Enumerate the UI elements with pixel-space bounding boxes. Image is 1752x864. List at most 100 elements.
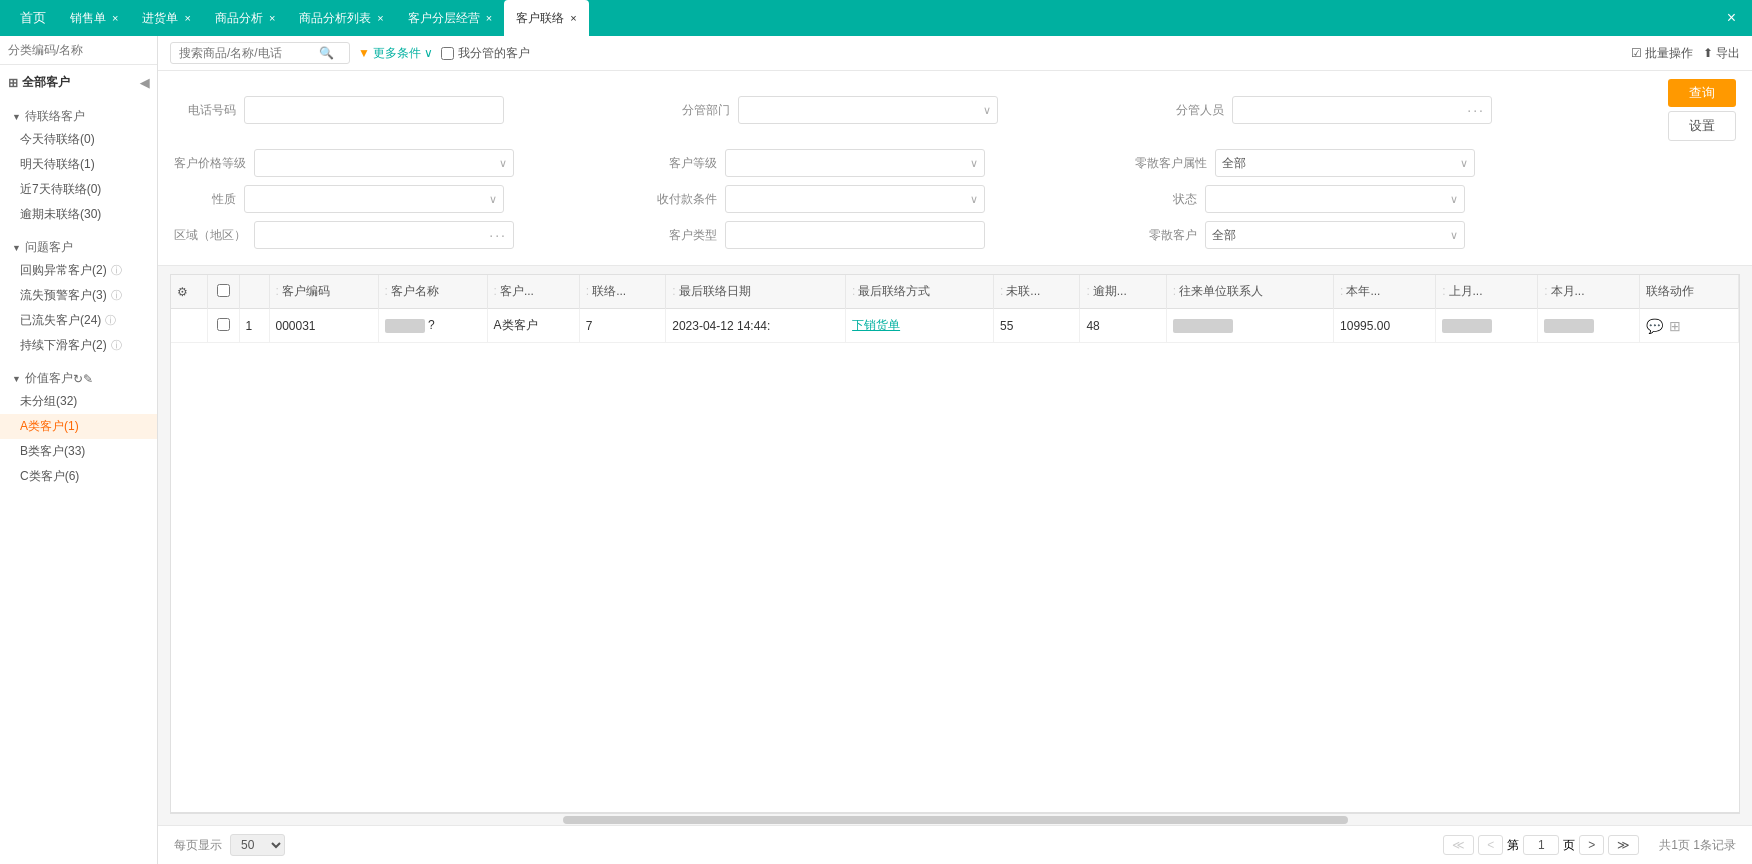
blurred-last-month bbox=[1442, 319, 1492, 333]
blurred-this-month bbox=[1544, 319, 1594, 333]
sidebar-collapse-btn[interactable]: ◀ bbox=[140, 76, 149, 90]
col-overdue[interactable]: :逾期... bbox=[1080, 275, 1166, 309]
sidebar-item-declining[interactable]: 持续下滑客户(2) ⓘ bbox=[0, 333, 157, 358]
setting-button[interactable]: 设置 bbox=[1668, 111, 1736, 141]
sidebar-item-c-class[interactable]: C类客户(6) bbox=[0, 464, 157, 489]
cell-last-method[interactable]: 下销货单 bbox=[846, 309, 994, 343]
total-records: 共1页 1条记录 bbox=[1659, 837, 1736, 854]
filter-btn[interactable]: ▼ 更多条件 ∨ bbox=[358, 45, 433, 62]
sidebar-all-customers-header[interactable]: ⊞ 全部客户 ◀ bbox=[0, 69, 157, 96]
next-page-btn[interactable]: > bbox=[1579, 835, 1604, 855]
row-checkbox[interactable] bbox=[217, 318, 230, 331]
page-input[interactable] bbox=[1523, 835, 1559, 855]
sidebar-item-a-class[interactable]: A类客户(1) bbox=[0, 414, 157, 439]
filter-payment: 收付款条件 ∨ bbox=[655, 185, 1136, 213]
first-page-btn[interactable]: ≪ bbox=[1443, 835, 1474, 855]
col-code[interactable]: :客户编码 bbox=[269, 275, 378, 309]
nav-tab-segmentation[interactable]: 客户分层经营 × bbox=[396, 0, 504, 36]
chevron-status: ∨ bbox=[1450, 193, 1458, 206]
data-table-container: ⚙ :客户编码 :客户名称 :客户... :联络... :最后联络日期 :最后联… bbox=[170, 274, 1740, 813]
col-name[interactable]: :客户名称 bbox=[378, 275, 487, 309]
nav-tab-customer-contact[interactable]: 客户联络 × bbox=[504, 0, 588, 36]
nav-tab-purchase[interactable]: 进货单 × bbox=[130, 0, 202, 36]
export-button[interactable]: ⬆ 导出 bbox=[1703, 45, 1740, 62]
edit-icon[interactable]: ✎ bbox=[83, 372, 93, 386]
sidebar-item-churned[interactable]: 已流失客户(24) ⓘ bbox=[0, 308, 157, 333]
my-customers-checkbox[interactable]: 我分管的客户 bbox=[441, 45, 530, 62]
filter-manager-select[interactable]: ··· bbox=[1232, 96, 1492, 124]
select-all-checkbox[interactable] bbox=[217, 284, 230, 297]
nav-tab-product-list[interactable]: 商品分析列表 × bbox=[287, 0, 395, 36]
filter-dept-select[interactable]: ∨ bbox=[738, 96, 998, 124]
col-last-month[interactable]: :上月... bbox=[1436, 275, 1538, 309]
table-row: 1 000031 ? A类客户 7 2023-04-12 14:44: 下销货单… bbox=[171, 309, 1739, 343]
col-last-method[interactable]: :最后联络方式 bbox=[846, 275, 994, 309]
col-contacts-person[interactable]: :往来单位联系人 bbox=[1166, 275, 1333, 309]
close-seg-tab[interactable]: × bbox=[486, 12, 492, 24]
cell-last-date: 2023-04-12 14:44: bbox=[666, 309, 846, 343]
sidebar-item-7days[interactable]: 近7天待联络(0) bbox=[0, 177, 157, 202]
last-page-btn[interactable]: ≫ bbox=[1608, 835, 1639, 855]
filter-retail-attr-select[interactable]: 全部 ∨ bbox=[1215, 149, 1475, 177]
col-current-year[interactable]: :本年... bbox=[1334, 275, 1436, 309]
sidebar-item-b-class[interactable]: B类客户(33) bbox=[0, 439, 157, 464]
filter-payment-select[interactable]: ∨ bbox=[725, 185, 985, 213]
per-page-select[interactable]: 50 100 200 bbox=[230, 834, 285, 856]
col-no-contact[interactable]: :未联... bbox=[994, 275, 1080, 309]
col-last-date[interactable]: :最后联络日期 bbox=[666, 275, 846, 309]
sidebar-item-repurchase[interactable]: 回购异常客户(2) ⓘ bbox=[0, 258, 157, 283]
problem-header[interactable]: ▼ 问题客户 bbox=[0, 235, 157, 258]
cell-checkbox[interactable] bbox=[207, 309, 239, 343]
close-analysis-tab[interactable]: × bbox=[269, 12, 275, 24]
batch-op-button[interactable]: ☑ 批量操作 bbox=[1631, 45, 1693, 62]
col-contact[interactable]: :联络... bbox=[579, 275, 665, 309]
query-button[interactable]: 查询 bbox=[1668, 79, 1736, 107]
close-purchase-tab[interactable]: × bbox=[184, 12, 190, 24]
qr-icon[interactable]: ⊞ bbox=[1669, 318, 1681, 334]
close-contact-tab[interactable]: × bbox=[570, 12, 576, 24]
sidebar-item-ungraded[interactable]: 未分组(32) bbox=[0, 389, 157, 414]
col-type[interactable]: :客户... bbox=[487, 275, 579, 309]
waiting-header[interactable]: ▼ 待联络客户 bbox=[0, 104, 157, 127]
sidebar: 🔍 ⊞ 全部客户 ◀ ▼ 待联络客户 今天待联络(0) 明天待联络(1) 近7天… bbox=[0, 36, 158, 864]
filter-phone-input[interactable] bbox=[244, 96, 504, 124]
info-icon: ⓘ bbox=[111, 263, 122, 278]
chevron-level: ∨ bbox=[970, 157, 978, 170]
filter-nature-label: 性质 bbox=[174, 191, 244, 208]
filter-nature-select[interactable]: ∨ bbox=[244, 185, 504, 213]
close-list-tab[interactable]: × bbox=[377, 12, 383, 24]
filter-row-1: 电话号码 分管部门 ∨ 分管人员 ··· bbox=[174, 79, 1736, 141]
filter-region-select[interactable]: ··· bbox=[254, 221, 514, 249]
refresh-icon[interactable]: ↻ bbox=[73, 372, 83, 386]
filter-dept: 分管部门 ∨ bbox=[668, 96, 1162, 124]
nav-home[interactable]: 首页 bbox=[8, 9, 58, 27]
filter-retail-cust-select[interactable]: 全部 ∨ bbox=[1205, 221, 1465, 249]
col-this-month[interactable]: :本月... bbox=[1538, 275, 1640, 309]
value-header[interactable]: ▼ 价值客户 ↻ ✎ bbox=[0, 366, 157, 389]
cell-contacts-person bbox=[1166, 309, 1333, 343]
close-sales-tab[interactable]: × bbox=[112, 12, 118, 24]
chat-icon[interactable]: 💬 bbox=[1646, 318, 1663, 334]
filter-price-select[interactable]: ∨ bbox=[254, 149, 514, 177]
nav-tab-sales[interactable]: 销售单 × bbox=[58, 0, 130, 36]
cell-contact-count: 7 bbox=[579, 309, 665, 343]
filter-cust-level-select[interactable]: ∨ bbox=[725, 149, 985, 177]
nav-tab-product-analysis[interactable]: 商品分析 × bbox=[203, 0, 287, 36]
my-customers-check-input[interactable] bbox=[441, 47, 454, 60]
sidebar-item-churn-warning[interactable]: 流失预警客户(3) ⓘ bbox=[0, 283, 157, 308]
toolbar-search-icon: 🔍 bbox=[319, 46, 334, 60]
filter-status-select[interactable]: ∨ bbox=[1205, 185, 1465, 213]
col-gear[interactable]: ⚙ bbox=[171, 275, 207, 309]
sidebar-item-tomorrow[interactable]: 明天待联络(1) bbox=[0, 152, 157, 177]
col-checkbox-header[interactable] bbox=[207, 275, 239, 309]
filter-row-2: 客户价格等级 ∨ 客户等级 ∨ 零散客户属性 全部 bbox=[174, 149, 1736, 177]
sidebar-item-today[interactable]: 今天待联络(0) bbox=[0, 127, 157, 152]
sidebar-search-input[interactable] bbox=[8, 43, 158, 57]
filter-cust-type-input[interactable] bbox=[725, 221, 985, 249]
sidebar-item-overdue[interactable]: 逾期未联络(30) bbox=[0, 202, 157, 227]
toolbar-search-input[interactable] bbox=[179, 46, 319, 60]
prev-page-btn[interactable]: < bbox=[1478, 835, 1503, 855]
chevron-nature: ∨ bbox=[489, 193, 497, 206]
chevron-down-icon: ∨ bbox=[424, 46, 433, 60]
close-all-tabs[interactable]: × bbox=[1719, 9, 1744, 27]
